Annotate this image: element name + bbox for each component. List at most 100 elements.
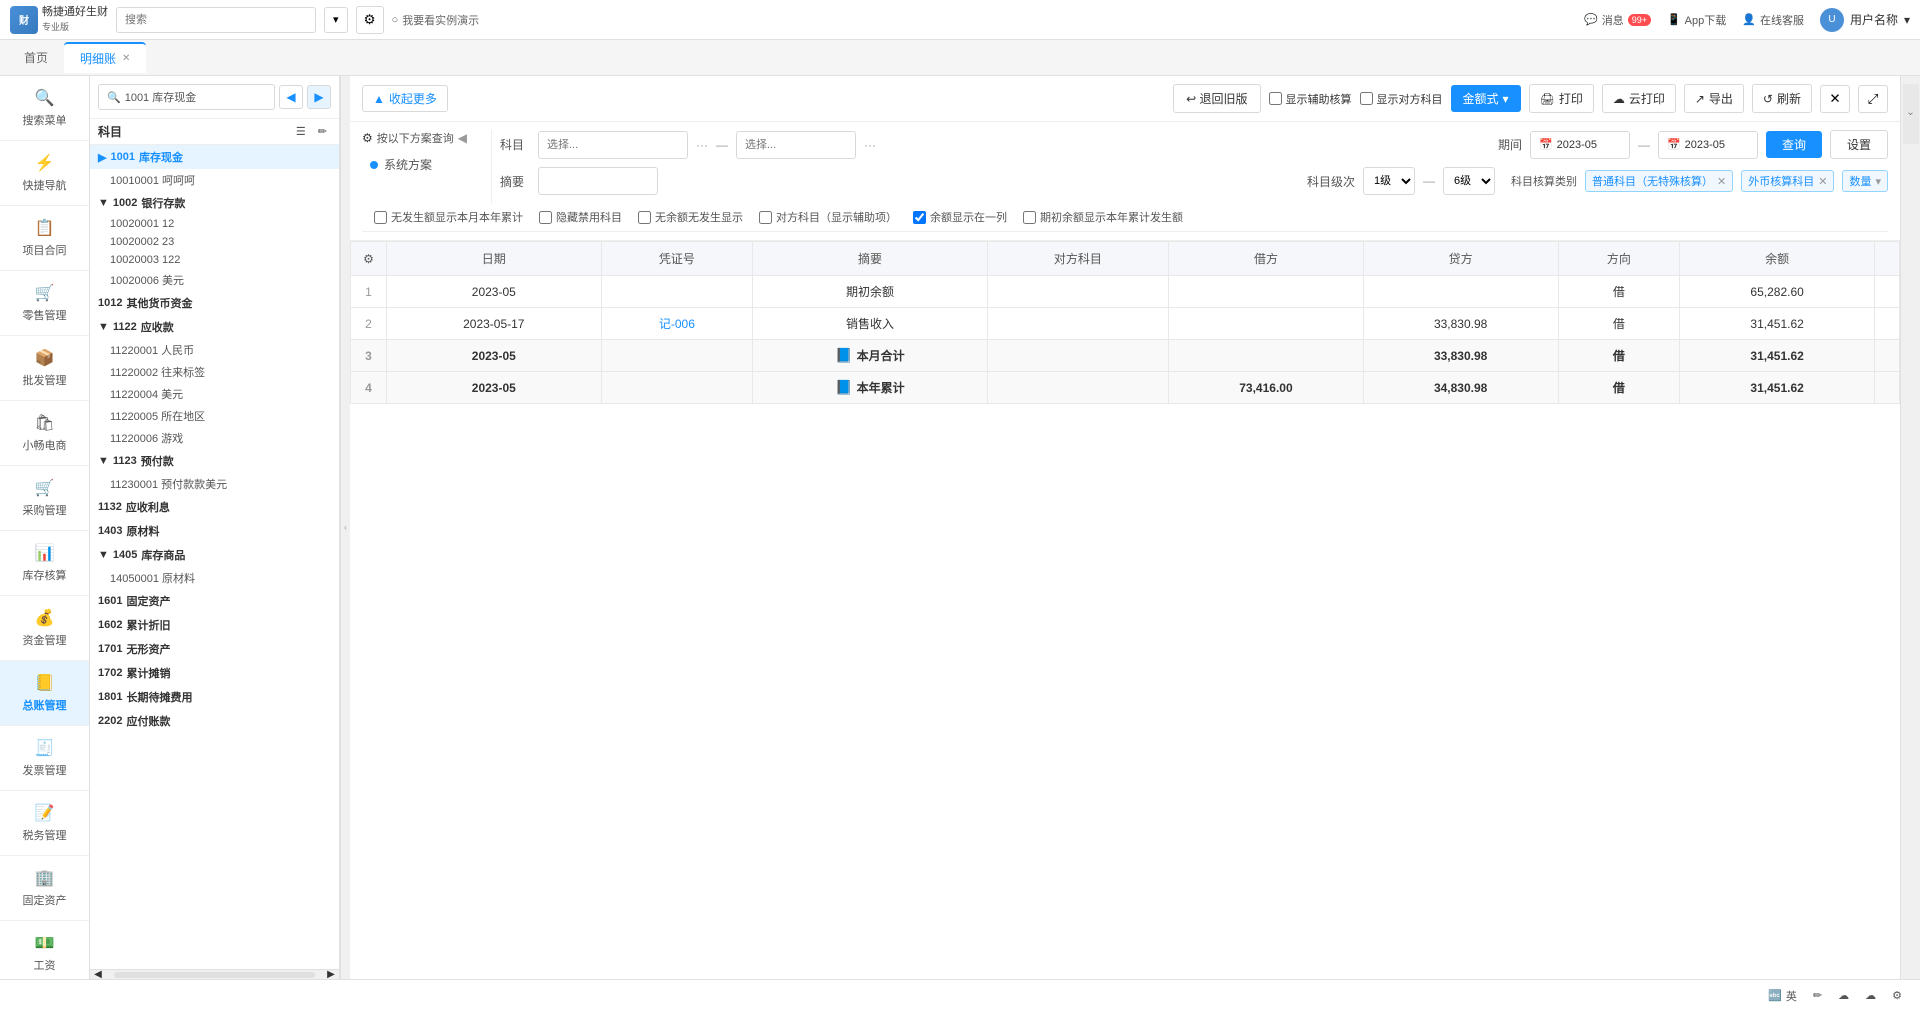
sidebar-item-project[interactable]: 📋 项目合同 — [0, 206, 89, 271]
cb-no-amount-input[interactable] — [374, 211, 387, 224]
sidebar-item-ecommerce[interactable]: 🛍 小畅电商 — [0, 401, 89, 466]
account-group-1602[interactable]: 1602 累计折旧 — [90, 613, 339, 637]
cloud-print-btn[interactable]: ☁ 云打印 — [1602, 84, 1676, 113]
show-aux-input[interactable] — [1269, 92, 1282, 105]
sidebar-item-fixed-assets[interactable]: 🏢 固定资产 — [0, 856, 89, 921]
sidebar-item-general-ledger[interactable]: 📒 总账管理 — [0, 661, 89, 726]
account-group-1012[interactable]: 1012 其他货币资金 — [90, 291, 339, 315]
sidebar-item-finance[interactable]: 💰 资金管理 — [0, 596, 89, 661]
th-settings[interactable]: ⚙ — [351, 242, 387, 276]
top-search-input[interactable] — [116, 7, 316, 33]
tag-close-icon[interactable]: ✕ — [1818, 175, 1827, 188]
summary-input[interactable] — [538, 167, 658, 195]
period-end-picker[interactable]: 📅 2023-05 — [1658, 131, 1758, 159]
category-tag-normal[interactable]: 普通科目（无特殊核算） ✕ — [1585, 170, 1733, 192]
close-panel-btn[interactable]: ✕ — [1820, 85, 1850, 113]
account-list-icon[interactable]: ☰ — [292, 123, 310, 140]
account-item-10010001[interactable]: 10010001 呵呵呵 — [90, 169, 339, 191]
scroll-prev-btn[interactable]: ◀ — [90, 967, 106, 980]
account-group-1122[interactable]: ▼ 1122 应收款 — [90, 315, 339, 339]
tab-home[interactable]: 首页 — [8, 43, 64, 72]
account-item-10020006[interactable]: 10020006 美元 — [90, 269, 339, 291]
edge-collapse-btn[interactable]: › — [1903, 84, 1919, 144]
query-btn[interactable]: 查询 — [1766, 131, 1822, 158]
sidebar-item-inventory[interactable]: 📊 库存核算 — [0, 531, 89, 596]
show-opposite-input[interactable] — [1360, 92, 1373, 105]
level-to-select[interactable]: 6级5级4级 — [1443, 167, 1495, 195]
bottom-cloud-btn2[interactable]: ☁ — [1859, 987, 1882, 1004]
settings-gear-btn[interactable]: ⚙ — [356, 6, 384, 34]
more-btn[interactable]: ▲ 收起更多 — [362, 85, 448, 112]
category-tag-foreign[interactable]: 外币核算科目 ✕ — [1741, 170, 1834, 192]
sidebar-item-quick-nav[interactable]: ⚡ 快捷导航 — [0, 141, 89, 206]
cb-opposite-account-input[interactable] — [759, 211, 772, 224]
scheme-collapse-icon[interactable]: ◀ — [458, 131, 467, 145]
tab-close-icon[interactable]: ✕ — [122, 53, 130, 64]
account-nav-prev[interactable]: ◀ — [279, 85, 303, 109]
scroll-next-btn[interactable]: ▶ — [323, 967, 339, 980]
bottom-lang-btn[interactable]: 🔤 英 — [1762, 986, 1803, 1006]
print-btn[interactable]: 🖨 打印 — [1529, 84, 1594, 113]
cb-balance-one-col-input[interactable] — [913, 211, 926, 224]
sidebar-item-wholesale[interactable]: 📦 批发管理 — [0, 336, 89, 401]
account-item-11230001[interactable]: 11230001 预付款款美元 — [90, 473, 339, 495]
cb-hide-disabled[interactable]: 隐藏禁用科目 — [539, 209, 622, 225]
tag-close-icon[interactable]: ✕ — [1717, 175, 1726, 188]
account-item-14050001[interactable]: 14050001 原材料 — [90, 567, 339, 589]
account-group-1403[interactable]: 1403 原材料 — [90, 519, 339, 543]
sidebar-item-tax[interactable]: 📝 税务管理 — [0, 791, 89, 856]
account-group-1701[interactable]: 1701 无形资产 — [90, 637, 339, 661]
online-service-btn[interactable]: 👤 在线客服 — [1742, 12, 1804, 28]
return-old-version-btn[interactable]: ↩ 退回旧版 — [1173, 84, 1260, 113]
cb-opposite-account[interactable]: 对方科目（显示辅助项） — [759, 209, 897, 225]
tag-close-icon[interactable]: ▾ — [1875, 175, 1881, 188]
sidebar-item-purchase[interactable]: 🛒 采购管理 — [0, 466, 89, 531]
account-group-1132[interactable]: 1132 应收利息 — [90, 495, 339, 519]
account-item-11220005[interactable]: 11220005 所在地区 — [90, 405, 339, 427]
account-item-11220001[interactable]: 11220001 人民币 — [90, 339, 339, 361]
expand-panel-btn[interactable]: ⤢ — [1858, 85, 1888, 113]
tab-ledger[interactable]: 明细账 ✕ — [64, 42, 146, 73]
cb-no-amount[interactable]: 无发生额显示本月本年累计 — [374, 209, 523, 225]
panel-collapse-handle[interactable]: ‹ — [340, 76, 350, 979]
cb-hide-disabled-input[interactable] — [539, 211, 552, 224]
sidebar-item-search[interactable]: 🔍 搜索菜单 — [0, 76, 89, 141]
bottom-cloud-btn1[interactable]: ☁ — [1832, 987, 1855, 1004]
account-item-11220004[interactable]: 11220004 美元 — [90, 383, 339, 405]
scheme-item-system[interactable]: 系统方案 — [362, 152, 483, 177]
account-group-2202[interactable]: 2202 应付账款 — [90, 709, 339, 733]
account-group-1001[interactable]: ▶ 1001 库存现金 — [90, 145, 339, 169]
gold-format-btn[interactable]: 金额式 ▾ — [1451, 85, 1521, 112]
account-item-11220002[interactable]: 11220002 往来标签 — [90, 361, 339, 383]
quantity-tag[interactable]: 数量 ▾ — [1842, 170, 1888, 192]
sidebar-item-retail[interactable]: 🛒 零售管理 — [0, 271, 89, 336]
account-item-10020003[interactable]: 10020003 122 — [90, 251, 339, 269]
account-item-10020001[interactable]: 10020001 12 — [90, 215, 339, 233]
message-btn[interactable]: 💬 消息 99+ — [1584, 12, 1651, 28]
account-item-10020002[interactable]: 10020002 23 — [90, 233, 339, 251]
account-edit-icon[interactable]: ✏ — [314, 123, 331, 140]
cb-balance-one-col[interactable]: 余额显示在一列 — [913, 209, 1007, 225]
app-download-btn[interactable]: 📱 App下载 — [1667, 12, 1726, 28]
sidebar-item-invoice[interactable]: 🧾 发票管理 — [0, 726, 89, 791]
level-from-select[interactable]: 1级2级3级 — [1363, 167, 1415, 195]
cb-opening-balance[interactable]: 期初余额显示本年累计发生额 — [1023, 209, 1183, 225]
period-start-picker[interactable]: 📅 2023-05 — [1530, 131, 1630, 159]
account-item-11220006[interactable]: 11220006 游戏 — [90, 427, 339, 449]
sidebar-item-salary[interactable]: 💵 工资 — [0, 921, 89, 979]
account-group-1123[interactable]: ▼ 1123 预付款 — [90, 449, 339, 473]
account-group-1002[interactable]: ▼ 1002 银行存款 — [90, 191, 339, 215]
filter-settings-btn[interactable]: 设置 — [1830, 130, 1888, 159]
bottom-edit-btn[interactable]: ✏ — [1807, 987, 1828, 1004]
bottom-settings-btn[interactable]: ⚙ — [1886, 987, 1908, 1004]
account-nav-next[interactable]: ▶ — [307, 85, 331, 109]
account-group-1405[interactable]: ▼ 1405 库存商品 — [90, 543, 339, 567]
voucher-link-2[interactable]: 记-006 — [659, 317, 695, 331]
account-group-1702[interactable]: 1702 累计摊销 — [90, 661, 339, 685]
user-area[interactable]: U 用户名称 ▾ — [1820, 8, 1910, 32]
cb-no-balance[interactable]: 无余额无发生显示 — [638, 209, 743, 225]
account-filter-input[interactable] — [538, 131, 688, 159]
scroll-track[interactable] — [114, 972, 315, 978]
cb-no-balance-input[interactable] — [638, 211, 651, 224]
refresh-btn[interactable]: ↺ 刷新 — [1752, 84, 1812, 113]
